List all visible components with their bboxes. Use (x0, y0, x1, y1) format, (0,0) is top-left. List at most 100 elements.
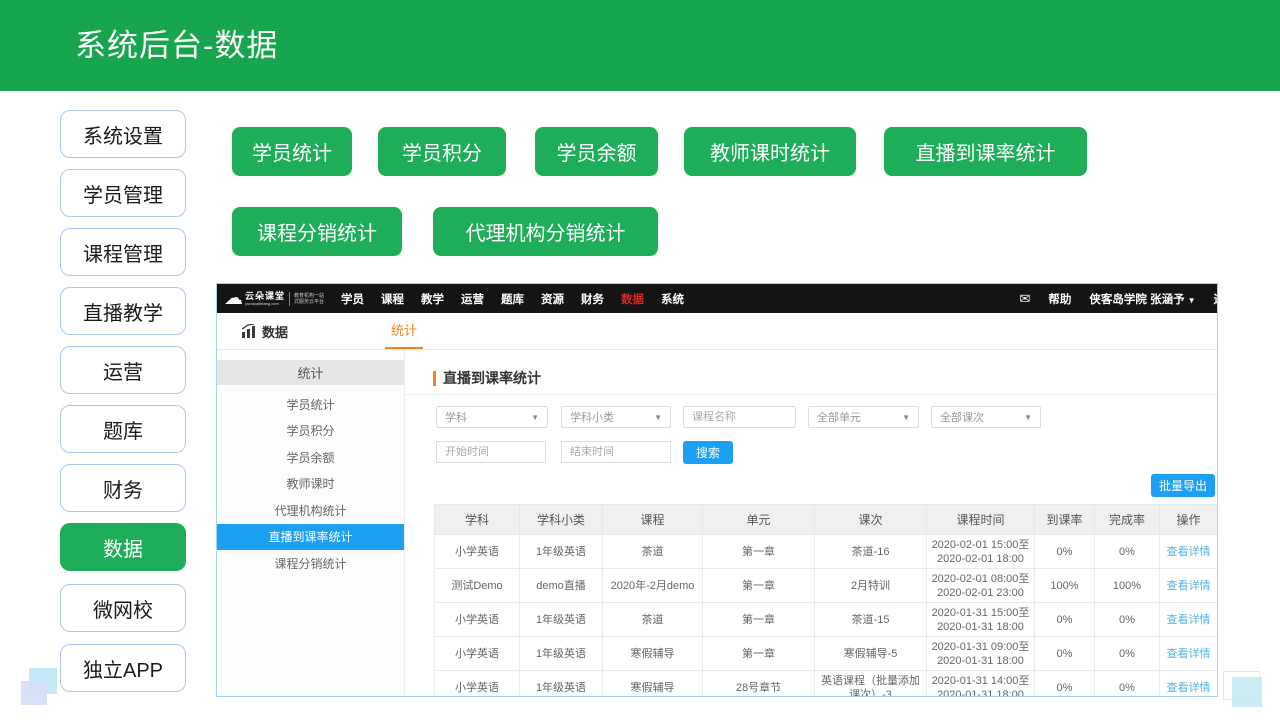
sidenav-item[interactable]: 直播到课率统计 (217, 524, 404, 551)
sidenav-item[interactable]: 学员积分 (217, 418, 404, 445)
sidebar-item-7[interactable]: 财务 (60, 464, 186, 512)
view-details-link[interactable]: 查看详情 (1167, 614, 1211, 626)
feature-button-5[interactable]: 直播到课率统计 (884, 127, 1087, 176)
course-name-input[interactable] (683, 406, 796, 428)
sidenav-item[interactable]: 教师课时 (217, 471, 404, 498)
logo-tagline-1: 教育机构一站 (294, 293, 324, 299)
logo: ☁ 云朵课堂 yunduoketang.com 教育机构一站 式服务云平台 (224, 286, 324, 311)
cell-attendance: 0% (1035, 671, 1095, 698)
slide: 系统后台-数据 系统设置学员管理课程管理直播教学运营题库财务数据微网校独立APP… (0, 0, 1280, 720)
cell-subject: 小学英语 (435, 535, 520, 569)
nav-logout-clipped[interactable]: 退 (1214, 291, 1219, 307)
decor-square-lavender-left (21, 681, 47, 705)
sidenav-item[interactable]: 课程分销统计 (217, 550, 404, 577)
sidenav-item[interactable]: 学员统计 (217, 391, 404, 418)
nav-item-财务[interactable]: 财务 (581, 291, 604, 307)
sidebar-item-3[interactable]: 课程管理 (60, 228, 186, 276)
page-title: 系统后台-数据 (75, 0, 278, 91)
nav-item-学员[interactable]: 学员 (341, 291, 364, 307)
bar-chart-icon (241, 324, 256, 338)
chevron-down-icon: ▼ (1024, 413, 1032, 422)
admin-tabbar: 数据 统计 (217, 313, 1217, 350)
breadcrumb-section: 数据 (262, 322, 288, 341)
column-header: 学科 (435, 505, 520, 535)
table-row: 测试Demodemo直播2020年-2月demo第一章2月特训2020-02-0… (435, 569, 1218, 603)
cell-attendance: 0% (1035, 535, 1095, 569)
nav-item-课程[interactable]: 课程 (381, 291, 404, 307)
subcategory-select-value: 学科小类 (570, 409, 614, 425)
subcategory-select[interactable]: 学科小类▼ (561, 406, 671, 428)
unit-select[interactable]: 全部单元▼ (808, 406, 919, 428)
cell-attendance: 100% (1035, 569, 1095, 603)
logo-url: yunduoketang.com (245, 301, 285, 306)
cell-course: 寒假辅导 (603, 671, 703, 698)
nav-item-系统[interactable]: 系统 (661, 291, 684, 307)
cell-attendance: 0% (1035, 637, 1095, 671)
tab-statistics[interactable]: 统计 (385, 313, 423, 349)
view-details-link[interactable]: 查看详情 (1167, 682, 1211, 694)
batch-export-button[interactable]: 批量导出 (1151, 474, 1215, 497)
column-header: 单元 (703, 505, 815, 535)
nav-item-教学[interactable]: 教学 (421, 291, 444, 307)
logo-divider (289, 292, 290, 306)
feature-button-1[interactable]: 学员统计 (232, 127, 352, 176)
nav-item-资源[interactable]: 资源 (541, 291, 564, 307)
table-header-row: 学科学科小类课程单元课次课程时间到课率完成率操作 (435, 505, 1218, 535)
sidebar-item-10[interactable]: 独立APP (60, 644, 186, 692)
cell-action: 查看详情 (1160, 603, 1218, 637)
start-time-input[interactable] (436, 441, 546, 463)
feature-button-7[interactable]: 代理机构分销统计 (433, 207, 658, 256)
nav-item-运营[interactable]: 运营 (461, 291, 484, 307)
nav-account[interactable]: 侠客岛学院 张涵予▼ (1089, 291, 1195, 307)
sidebar-item-6[interactable]: 题库 (60, 405, 186, 453)
nav-item-数据[interactable]: 数据 (621, 291, 644, 307)
feature-button-2[interactable]: 学员积分 (378, 127, 506, 176)
search-button[interactable]: 搜索 (683, 441, 733, 464)
column-header: 课程 (603, 505, 703, 535)
slide-header: 系统后台-数据 (0, 0, 1280, 91)
admin-screenshot: ☁ 云朵课堂 yunduoketang.com 教育机构一站 式服务云平台 学员… (216, 283, 1218, 697)
sidebar-item-1[interactable]: 系统设置 (60, 110, 186, 158)
sidenav-item[interactable]: 代理机构统计 (217, 497, 404, 524)
cell-subcategory: 1年级英语 (520, 603, 603, 637)
cell-attendance: 0% (1035, 603, 1095, 637)
lesson-select[interactable]: 全部课次▼ (931, 406, 1041, 428)
table-row: 小学英语1年级英语寒假辅导28号章节英语课程（批量添加课次）-32020-01-… (435, 671, 1218, 698)
cell-completion: 0% (1095, 671, 1160, 698)
view-details-link[interactable]: 查看详情 (1167, 546, 1211, 558)
mail-icon[interactable]: ✉ (1019, 291, 1030, 307)
cell-course: 寒假辅导 (603, 637, 703, 671)
cell-course: 茶道 (603, 603, 703, 637)
chevron-down-icon: ▼ (902, 413, 910, 422)
sidenav-header: 统计 (217, 360, 404, 385)
sidebar-item-8[interactable]: 数据 (60, 523, 186, 571)
end-time-input[interactable] (561, 441, 671, 463)
subject-select[interactable]: 学科▼ (436, 406, 548, 428)
cell-subcategory: 1年级英语 (520, 671, 603, 698)
nav-item-题库[interactable]: 题库 (501, 291, 524, 307)
nav-help[interactable]: 帮助 (1048, 291, 1071, 307)
attendance-table: 学科学科小类课程单元课次课程时间到课率完成率操作 小学英语1年级英语茶道第一章茶… (434, 504, 1218, 697)
cell-unit: 第一章 (703, 603, 815, 637)
sidebar-item-5[interactable]: 运营 (60, 346, 186, 394)
cell-subject: 小学英语 (435, 671, 520, 698)
cell-action: 查看详情 (1160, 637, 1218, 671)
cell-unit: 28号章节 (703, 671, 815, 698)
admin-topnav: ☁ 云朵课堂 yunduoketang.com 教育机构一站 式服务云平台 学员… (217, 284, 1217, 313)
sidebar-item-2[interactable]: 学员管理 (60, 169, 186, 217)
cell-unit: 第一章 (703, 637, 815, 671)
cell-completion: 0% (1095, 603, 1160, 637)
sidebar-item-4[interactable]: 直播教学 (60, 287, 186, 335)
sidenav-item[interactable]: 学员余额 (217, 444, 404, 471)
sidenav-items: 学员统计学员积分学员余额教师课时代理机构统计直播到课率统计课程分销统计 (217, 391, 404, 577)
cell-subcategory: 1年级英语 (520, 637, 603, 671)
cell-lesson: 寒假辅导-5 (815, 637, 927, 671)
cell-time: 2020-01-31 15:00至2020-01-31 18:00 (927, 603, 1035, 637)
feature-button-6[interactable]: 课程分销统计 (232, 207, 402, 256)
feature-button-3[interactable]: 学员余额 (535, 127, 658, 176)
view-details-link[interactable]: 查看详情 (1167, 580, 1211, 592)
view-details-link[interactable]: 查看详情 (1167, 648, 1211, 660)
table-row: 小学英语1年级英语茶道第一章茶道-162020-02-01 15:00至2020… (435, 535, 1218, 569)
feature-button-4[interactable]: 教师课时统计 (684, 127, 856, 176)
sidebar-item-9[interactable]: 微网校 (60, 584, 186, 632)
